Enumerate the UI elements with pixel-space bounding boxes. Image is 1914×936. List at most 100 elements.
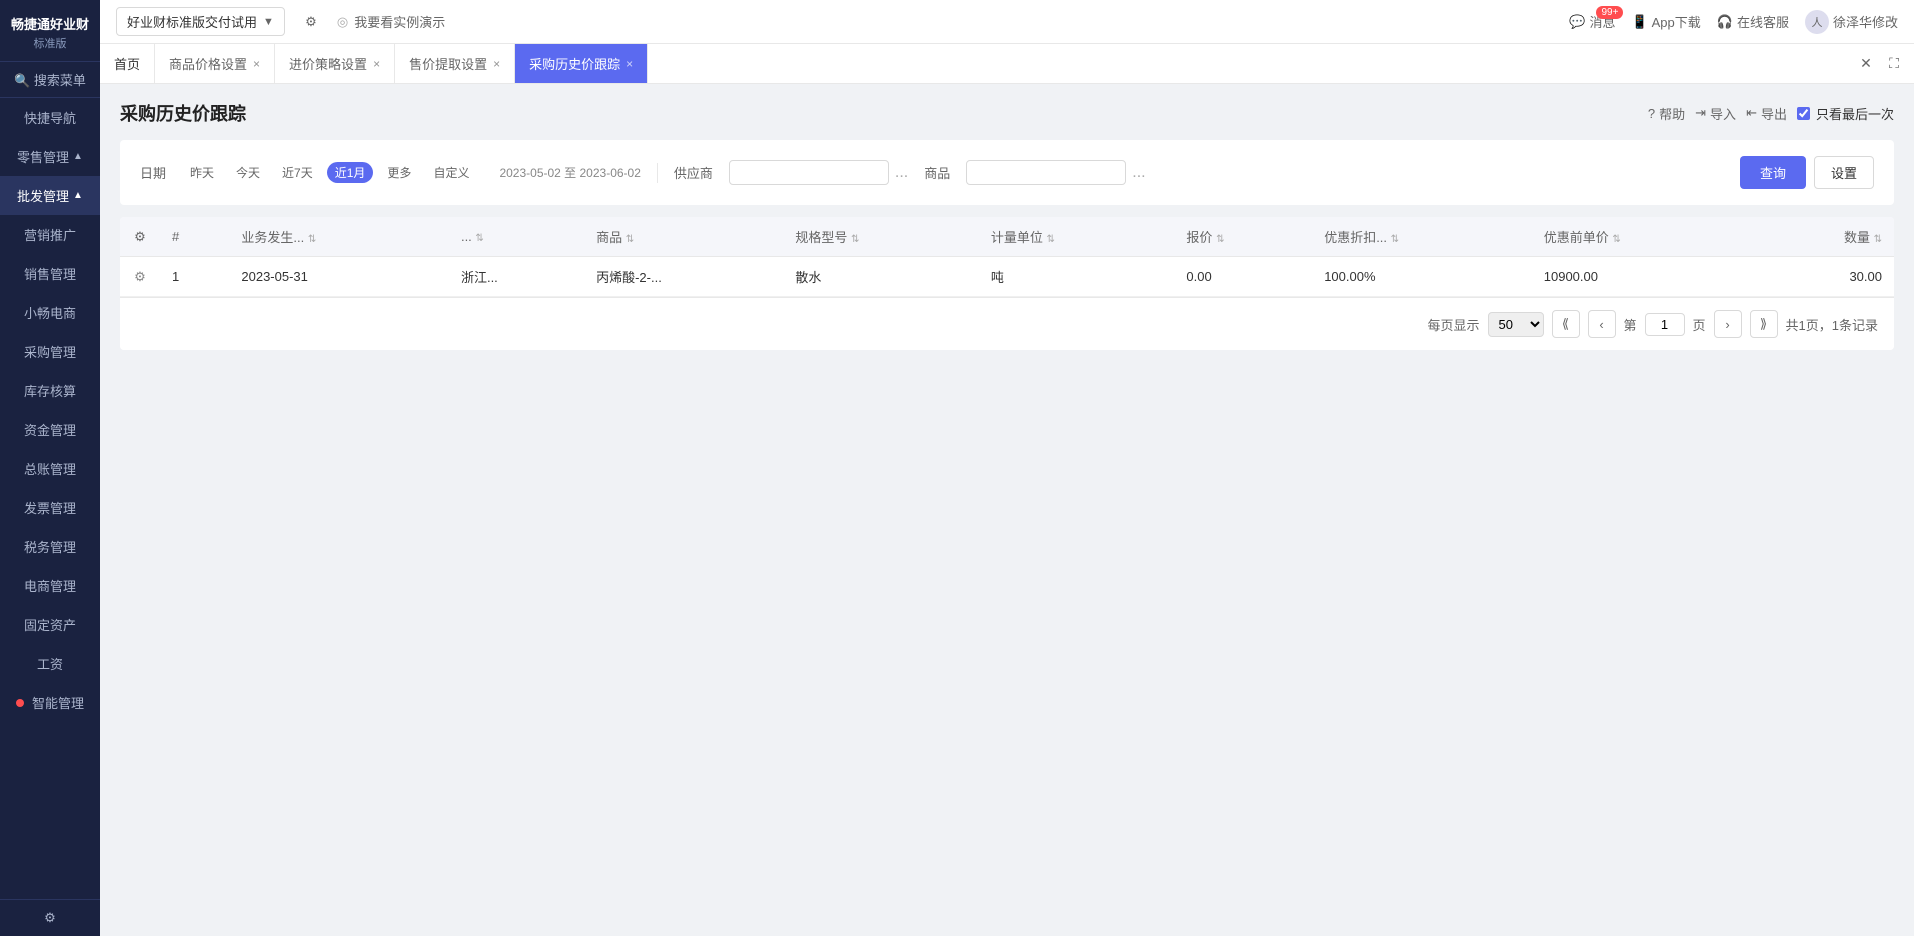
topbar-right: 💬 消息 99+ 📱 App下载 🎧 在线客服 人 徐泽华修改: [1569, 10, 1898, 34]
row-more: 浙江...: [449, 257, 584, 297]
message-badge: 99+: [1596, 6, 1623, 19]
table-container: ⚙ # 业务发生... ⇅ ... ⇅ 商品 ⇅: [120, 217, 1894, 350]
goods-dots[interactable]: ...: [1132, 164, 1145, 182]
page-size-select[interactable]: 50 100 200: [1488, 312, 1544, 337]
sidebar-settings[interactable]: ⚙: [0, 899, 100, 936]
quick-nav-label: 快捷导航: [24, 108, 76, 127]
smart-dot: [16, 699, 24, 707]
gear-icon[interactable]: ⚙: [134, 229, 146, 244]
page-first-button[interactable]: ⟪: [1552, 310, 1580, 338]
demo-button[interactable]: ◎ 我要看实例演示: [337, 12, 445, 31]
th-goods: 商品 ⇅: [584, 217, 783, 257]
th-more: ... ⇅: [449, 217, 584, 257]
help-button[interactable]: ? 帮助: [1648, 104, 1685, 123]
sidebar-item-invoice[interactable]: 发票管理: [0, 488, 100, 527]
page-prev-button[interactable]: ‹: [1588, 310, 1616, 338]
tabbar-actions: ✕ ⛶: [1846, 44, 1914, 83]
settings-button[interactable]: 设置: [1814, 156, 1874, 189]
tab-price[interactable]: 商品价格设置 ×: [155, 44, 275, 83]
version-selector[interactable]: 好业财标准版交付试用 ▼: [116, 7, 285, 36]
table-header-row: ⚙ # 业务发生... ⇅ ... ⇅ 商品 ⇅: [120, 217, 1894, 257]
sort-discount-icon[interactable]: ⇅: [1391, 234, 1399, 245]
sidebar-item-tax[interactable]: 税务管理: [0, 527, 100, 566]
date-btn-custom[interactable]: 自定义: [425, 162, 477, 183]
date-range-text: 2023-05-02 至 2023-06-02: [499, 164, 640, 181]
date-btn-more[interactable]: 更多: [379, 162, 419, 183]
gear-icon: ⚙: [44, 910, 56, 925]
sort-quote-icon[interactable]: ⇅: [1216, 234, 1224, 245]
row-spec: 散水: [783, 257, 979, 297]
app-download-button[interactable]: 📱 App下载: [1631, 12, 1700, 31]
avatar: 人: [1805, 10, 1829, 34]
row-qty: 30.00: [1756, 257, 1894, 297]
date-btn-yesterday[interactable]: 昨天: [182, 162, 222, 183]
page-title: 采购历史价跟踪: [120, 100, 246, 126]
sort-spec-icon[interactable]: ⇅: [851, 234, 859, 245]
query-button[interactable]: 查询: [1740, 156, 1806, 189]
date-btn-today[interactable]: 今天: [228, 162, 268, 183]
close-icon[interactable]: ×: [373, 57, 380, 71]
close-icon[interactable]: ×: [493, 57, 500, 71]
sort-unit-icon[interactable]: ⇅: [1047, 234, 1055, 245]
sidebar-item-purchase[interactable]: 采购管理: [0, 332, 100, 371]
sidebar-item-smart[interactable]: 智能管理: [0, 683, 100, 722]
close-icon[interactable]: ×: [626, 57, 633, 71]
sidebar-item-inventory[interactable]: 库存核算: [0, 371, 100, 410]
sidebar-item-payroll[interactable]: 工资: [0, 644, 100, 683]
th-spec: 规格型号 ⇅: [783, 217, 979, 257]
history-price-table: ⚙ # 业务发生... ⇅ ... ⇅ 商品 ⇅: [120, 217, 1894, 297]
app-title: 畅捷通好业财: [8, 14, 92, 33]
import-icon: ⇥: [1695, 105, 1706, 121]
sidebar-item-finance[interactable]: 资金管理: [0, 410, 100, 449]
date-btn-1month[interactable]: 近1月: [327, 162, 374, 183]
pagination: 每页显示 50 100 200 ⟪ ‹ 第 页 › ⟫ 共1页，1条记录: [120, 297, 1894, 350]
sort-qty-icon[interactable]: ⇅: [1874, 234, 1882, 245]
sidebar-item-general-ledger[interactable]: 总账管理: [0, 449, 100, 488]
goods-input[interactable]: [966, 160, 1126, 185]
sort-more-icon[interactable]: ⇅: [475, 233, 483, 244]
page-input[interactable]: [1645, 313, 1685, 336]
headphone-icon: 🎧: [1717, 14, 1733, 30]
close-icon[interactable]: ×: [253, 57, 260, 71]
sidebar-item-ecommerce-small[interactable]: 小畅电商: [0, 293, 100, 332]
retail-arrow: ▲: [73, 151, 83, 162]
tab-history-price[interactable]: 采购历史价跟踪 ×: [515, 44, 648, 83]
export-button[interactable]: ⇤ 导出: [1746, 104, 1787, 123]
tab-home[interactable]: 首页: [100, 44, 155, 83]
date-btn-7days[interactable]: 近7天: [274, 162, 321, 183]
supplier-dots[interactable]: ...: [895, 164, 908, 182]
sidebar-item-wholesale[interactable]: 批发管理 ▲: [0, 176, 100, 215]
sort-date-icon[interactable]: ⇅: [308, 234, 316, 245]
page-next-button[interactable]: ›: [1714, 310, 1742, 338]
sidebar-item-sales[interactable]: 销售管理: [0, 254, 100, 293]
sidebar-item-ecommerce[interactable]: 电商管理: [0, 566, 100, 605]
sidebar-item-quick-nav[interactable]: 快捷导航: [0, 98, 100, 137]
supplier-input[interactable]: [729, 160, 889, 185]
sort-price-icon[interactable]: ⇅: [1612, 234, 1620, 245]
help-icon: ?: [1648, 106, 1655, 121]
tab-sale-price[interactable]: 售价提取设置 ×: [395, 44, 515, 83]
page-last-button[interactable]: ⟫: [1750, 310, 1778, 338]
import-button[interactable]: ⇥ 导入: [1695, 104, 1736, 123]
tab-purchase-strategy[interactable]: 进价策略设置 ×: [275, 44, 395, 83]
settings-icon: ⚙: [305, 14, 317, 30]
date-filter-label: 日期: [140, 163, 166, 182]
sort-goods-icon[interactable]: ⇅: [626, 234, 634, 245]
tab-maximize-button[interactable]: ⛶: [1882, 52, 1906, 76]
row-gear[interactable]: ⚙: [120, 257, 160, 297]
filter-divider: [657, 163, 658, 183]
filter-row: 日期 昨天 今天 近7天 近1月 更多 自定义 2023-05-02 至 202…: [140, 156, 1874, 189]
th-date: 业务发生... ⇅: [229, 217, 449, 257]
table-row: ⚙ 1 2023-05-31 浙江... 丙烯酸-2-... 散水 吨 0.00…: [120, 257, 1894, 297]
tab-close-window-button[interactable]: ✕: [1854, 52, 1878, 76]
user-menu-button[interactable]: 人 徐泽华修改: [1805, 10, 1898, 34]
sidebar-item-assets[interactable]: 固定资产: [0, 605, 100, 644]
online-service-button[interactable]: 🎧 在线客服: [1717, 12, 1789, 31]
message-button[interactable]: 💬 消息 99+: [1569, 12, 1615, 31]
sidebar-search[interactable]: 🔍 搜索菜单: [0, 62, 100, 98]
supplier-filter-label: 供应商: [674, 163, 713, 182]
topbar-settings-button[interactable]: ⚙: [297, 8, 325, 36]
sidebar-item-marketing[interactable]: 营销推广: [0, 215, 100, 254]
last-only-checkbox[interactable]: [1797, 107, 1810, 120]
sidebar-item-retail[interactable]: 零售管理 ▲: [0, 137, 100, 176]
